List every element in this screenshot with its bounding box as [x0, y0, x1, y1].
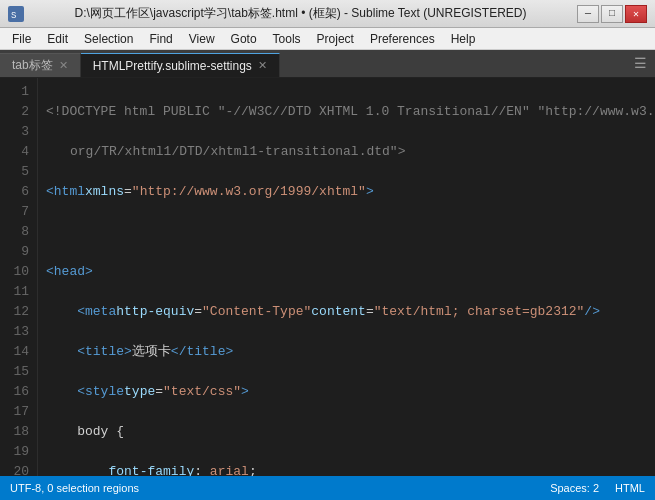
- status-bar: UTF-8, 0 selection regions Spaces: 2 HTM…: [0, 476, 655, 500]
- code-line-7: <style type="text/css">: [46, 382, 647, 402]
- menu-tools[interactable]: Tools: [265, 30, 309, 48]
- status-right: Spaces: 2 HTML: [550, 482, 645, 494]
- menu-find[interactable]: Find: [141, 30, 180, 48]
- editor: 1 2 3 4 5 6 7 8 9 10 11 12 13 14 15 16 1…: [0, 78, 655, 476]
- line-num-18: 18: [10, 422, 29, 442]
- line-num-14: 14: [10, 342, 29, 362]
- tab-file2-close[interactable]: ✕: [258, 59, 267, 72]
- tab-bar: tab标签 ✕ HTMLPrettify.sublime-settings ✕ …: [0, 50, 655, 78]
- status-left: UTF-8, 0 selection regions: [10, 482, 139, 494]
- app-icon: S: [8, 6, 24, 22]
- menu-file[interactable]: File: [4, 30, 39, 48]
- line-num-16: 16: [10, 382, 29, 402]
- code-content[interactable]: <!DOCTYPE html PUBLIC "-//W3C//DTD XHTML…: [38, 78, 655, 476]
- code-line-5: <meta http-equiv="Content-Type" content=…: [46, 302, 647, 322]
- line-num-1: 1: [10, 82, 29, 102]
- line-num-11: 11: [10, 282, 29, 302]
- tab-file1-close[interactable]: ✕: [59, 59, 68, 72]
- tab-file2[interactable]: HTMLPrettify.sublime-settings ✕: [81, 53, 280, 77]
- status-syntax[interactable]: HTML: [615, 482, 645, 494]
- code-line-6: <title>选项卡</title>: [46, 342, 647, 362]
- line-num-2: 2: [10, 102, 29, 122]
- svg-text:S: S: [11, 11, 16, 20]
- minimize-button[interactable]: —: [577, 5, 599, 23]
- menu-goto[interactable]: Goto: [223, 30, 265, 48]
- code-line-4: <head>: [46, 262, 647, 282]
- line-num-7: 7: [10, 202, 29, 222]
- line-num-9: 9: [10, 242, 29, 262]
- tab-overflow-button[interactable]: ☰: [626, 55, 655, 72]
- line-num-8: 8: [10, 222, 29, 242]
- menu-view[interactable]: View: [181, 30, 223, 48]
- maximize-button[interactable]: □: [601, 5, 623, 23]
- line-num-6: 6: [10, 182, 29, 202]
- menu-bar: File Edit Selection Find View Goto Tools…: [0, 28, 655, 50]
- line-num-20: 20: [10, 462, 29, 476]
- window-controls: — □ ✕: [577, 5, 647, 23]
- code-line-2: <html xmlns="http://www.w3.org/1999/xhtm…: [46, 182, 647, 202]
- line-num-19: 19: [10, 442, 29, 462]
- line-numbers: 1 2 3 4 5 6 7 8 9 10 11 12 13 14 15 16 1…: [0, 78, 38, 476]
- menu-help[interactable]: Help: [443, 30, 484, 48]
- menu-preferences[interactable]: Preferences: [362, 30, 443, 48]
- status-spaces[interactable]: Spaces: 2: [550, 482, 599, 494]
- line-num-3: 3: [10, 122, 29, 142]
- code-line-1b: org/TR/xhtml1/DTD/xhtml1-transitional.dt…: [46, 142, 647, 162]
- line-num-10: 10: [10, 262, 29, 282]
- menu-project[interactable]: Project: [309, 30, 362, 48]
- code-line-9: font-family: arial;: [46, 462, 647, 476]
- tab-file2-label: HTMLPrettify.sublime-settings: [93, 59, 252, 73]
- code-line-8: body {: [46, 422, 647, 442]
- code-line-1: <!DOCTYPE html PUBLIC "-//W3C//DTD XHTML…: [46, 102, 647, 122]
- line-num-5: 5: [10, 162, 29, 182]
- line-num-12: 12: [10, 302, 29, 322]
- line-num-17: 17: [10, 402, 29, 422]
- title-bar: S D:\网页工作区\javascript学习\tab标签.html • (框架…: [0, 0, 655, 28]
- line-num-13: 13: [10, 322, 29, 342]
- tab-file1[interactable]: tab标签 ✕: [0, 53, 81, 77]
- close-button[interactable]: ✕: [625, 5, 647, 23]
- window-title: D:\网页工作区\javascript学习\tab标签.html • (框架) …: [24, 5, 577, 22]
- menu-selection[interactable]: Selection: [76, 30, 141, 48]
- line-num-15: 15: [10, 362, 29, 382]
- line-num-4: 4: [10, 142, 29, 162]
- menu-edit[interactable]: Edit: [39, 30, 76, 48]
- tab-file1-label: tab标签: [12, 57, 53, 74]
- code-line-3: [46, 222, 647, 242]
